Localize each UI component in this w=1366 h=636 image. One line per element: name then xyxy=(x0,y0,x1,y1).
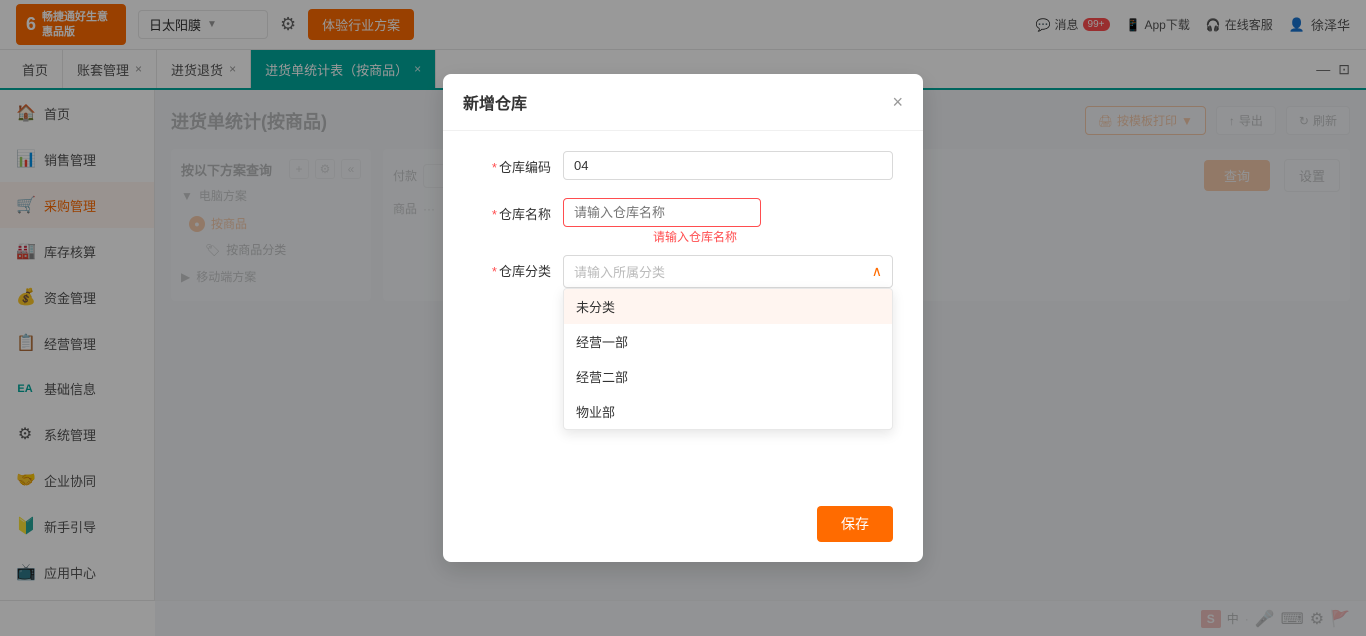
form-row-name: *仓库名称 请输入仓库名称 xyxy=(473,198,893,227)
save-button[interactable]: 保存 xyxy=(817,506,893,542)
form-row-code: *仓库编码 xyxy=(473,151,893,180)
warehouse-name-label: *仓库名称 xyxy=(473,198,563,223)
modal-title: 新增仓库 xyxy=(463,90,527,114)
modal-header: 新增仓库 × xyxy=(443,74,923,131)
new-warehouse-modal: 新增仓库 × *仓库编码 *仓库名称 请输入仓库名称 xyxy=(443,74,923,562)
warehouse-category-placeholder: 请输入所属分类 xyxy=(574,262,665,281)
form-row-category: *仓库分类 请输入所属分类 ∧ 未分类 经营一部 经营二部 物业部 xyxy=(473,255,893,288)
warehouse-name-error: 请输入仓库名称 xyxy=(653,228,737,245)
modal-overlay: 新增仓库 × *仓库编码 *仓库名称 请输入仓库名称 xyxy=(0,0,1366,636)
required-marker: * xyxy=(492,264,497,279)
warehouse-category-trigger[interactable]: 请输入所属分类 ∧ xyxy=(563,255,893,288)
warehouse-category-label: *仓库分类 xyxy=(473,255,563,280)
warehouse-category-dropdown: 未分类 经营一部 经营二部 物业部 xyxy=(563,288,893,430)
modal-close-button[interactable]: × xyxy=(892,92,903,113)
warehouse-name-input[interactable] xyxy=(563,198,761,227)
warehouse-code-input[interactable] xyxy=(563,151,893,180)
warehouse-name-wrap: 请输入仓库名称 xyxy=(563,198,893,227)
chevron-up-icon: ∧ xyxy=(872,263,882,280)
modal-footer: 保存 xyxy=(443,506,923,542)
warehouse-category-wrap: 请输入所属分类 ∧ 未分类 经营一部 经营二部 物业部 xyxy=(563,255,893,288)
required-marker: * xyxy=(492,160,497,175)
dropdown-item-1[interactable]: 经营一部 xyxy=(564,324,892,359)
required-marker: * xyxy=(492,207,497,222)
dropdown-item-2[interactable]: 经营二部 xyxy=(564,359,892,394)
modal-body: *仓库编码 *仓库名称 请输入仓库名称 *仓库分类 xyxy=(443,131,923,326)
warehouse-code-label: *仓库编码 xyxy=(473,151,563,176)
dropdown-item-3[interactable]: 物业部 xyxy=(564,394,892,429)
dropdown-item-0[interactable]: 未分类 xyxy=(564,289,892,324)
